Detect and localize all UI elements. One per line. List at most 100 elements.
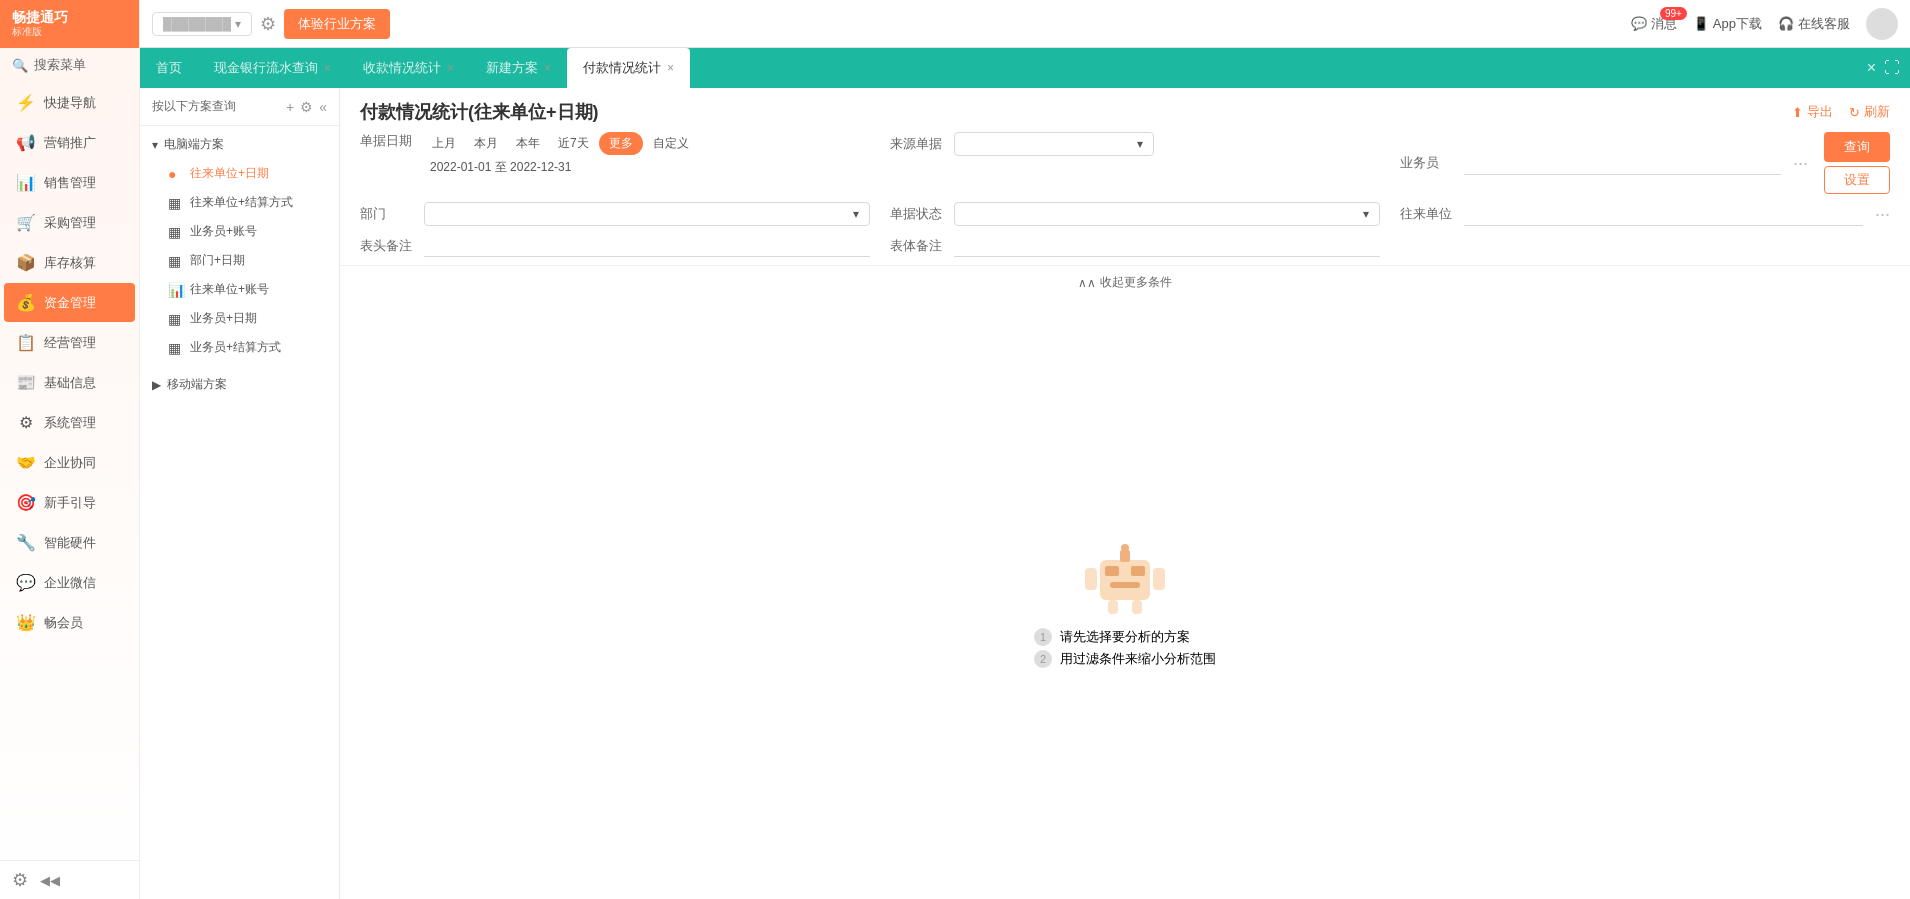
source-filter-cell: 来源单据 ▾ xyxy=(870,132,1380,156)
tab-payment[interactable]: 付款情况统计 × xyxy=(567,48,690,88)
scheme-item-salesman-date[interactable]: ▦ 业务员+日期 xyxy=(140,304,339,333)
partner-input[interactable] xyxy=(1464,203,1863,226)
date-more[interactable]: 更多 xyxy=(599,132,643,155)
note-header-input[interactable] xyxy=(424,234,870,257)
sidebar-item-system[interactable]: ⚙ 系统管理 xyxy=(4,403,135,442)
app-download-action[interactable]: 📱 App下载 xyxy=(1693,15,1762,33)
tab-new[interactable]: 新建方案 × xyxy=(470,48,567,88)
company-placeholder: ████████ xyxy=(163,17,231,31)
sidebar-item-member[interactable]: 👑 畅会员 xyxy=(4,603,135,642)
tab-payment-close[interactable]: × xyxy=(667,61,674,75)
empty-state: 1 请先选择要分析的方案 2 用过滤条件来缩小分析范围 xyxy=(340,299,1910,899)
marketing-icon: 📢 xyxy=(16,133,36,152)
close-all-tabs-icon[interactable]: × xyxy=(1867,59,1876,77)
topbar-gear-icon[interactable]: ⚙ xyxy=(260,13,276,35)
scheme-item-salesman-account[interactable]: ▦ 业务员+账号 xyxy=(140,217,339,246)
date-this-month[interactable]: 本月 xyxy=(466,132,506,155)
guide-icon: 🎯 xyxy=(16,493,36,512)
left-panel-title: 按以下方案查询 xyxy=(152,98,236,115)
messages-action[interactable]: 💬 消息 99+ xyxy=(1631,15,1677,33)
left-panel-actions: + ⚙ « xyxy=(286,99,327,115)
tab-home[interactable]: 首页 xyxy=(140,48,198,88)
tab-cash[interactable]: 现金银行流水查询 × xyxy=(198,48,347,88)
scheme-item-unit-account[interactable]: 📊 往来单位+账号 xyxy=(140,275,339,304)
desktop-chevron-icon: ▾ xyxy=(152,138,158,152)
scheme-table-icon: ▦ xyxy=(168,195,184,211)
date-label: 单据日期 xyxy=(360,132,416,150)
empty-illustration xyxy=(1075,530,1175,620)
search-menu[interactable]: 🔍 搜索菜单 xyxy=(0,48,139,82)
svg-rect-8 xyxy=(1108,600,1118,614)
scheme-item-dept-date[interactable]: ▦ 部门+日期 xyxy=(140,246,339,275)
sidebar-item-weixin[interactable]: 💬 企业微信 xyxy=(4,563,135,602)
scheme-item-unit-date[interactable]: ● 往来单位+日期 xyxy=(140,159,339,188)
sidebar-item-marketing[interactable]: 📢 营销推广 xyxy=(4,123,135,162)
sidebar-item-sales[interactable]: 📊 销售管理 xyxy=(4,163,135,202)
trial-button[interactable]: 体验行业方案 xyxy=(284,9,390,39)
note-body-input[interactable] xyxy=(954,234,1380,257)
sidebar-item-capital[interactable]: 💰 资金管理 xyxy=(4,283,135,322)
source-select[interactable]: ▾ xyxy=(954,132,1154,156)
tab-new-close[interactable]: × xyxy=(544,61,551,75)
salesman-input[interactable] xyxy=(1464,152,1781,175)
desktop-group-title[interactable]: ▾ 电脑端方案 xyxy=(140,130,339,159)
partner-label: 往来单位 xyxy=(1400,205,1456,223)
scheme-active-icon: ● xyxy=(168,166,184,182)
add-scheme-icon[interactable]: + xyxy=(286,99,294,115)
sidebar-item-inventory[interactable]: 📦 库存核算 xyxy=(4,243,135,282)
tab-collection-close[interactable]: × xyxy=(447,61,454,75)
scheme-item-salesman-settle[interactable]: ▦ 业务员+结算方式 xyxy=(140,333,339,362)
bill-status-label: 单据状态 xyxy=(890,205,946,223)
user-avatar[interactable] xyxy=(1866,8,1898,40)
tab-cash-close[interactable]: × xyxy=(324,61,331,75)
sidebar-bottom: ⚙ ◀◀ xyxy=(0,860,139,899)
collapse-panel-icon[interactable]: « xyxy=(319,99,327,115)
left-panel-header: 按以下方案查询 + ⚙ « xyxy=(140,88,339,126)
date-last-month[interactable]: 上月 xyxy=(424,132,464,155)
sidebar-item-hardware[interactable]: 🔧 智能硬件 xyxy=(4,523,135,562)
query-button[interactable]: 查询 xyxy=(1824,132,1890,162)
scheme-settings-icon[interactable]: ⚙ xyxy=(300,99,313,115)
collapse-sidebar-icon[interactable]: ◀◀ xyxy=(40,873,60,888)
service-action[interactable]: 🎧 在线客服 xyxy=(1778,15,1850,33)
settings-button[interactable]: 设置 xyxy=(1824,166,1890,194)
salesman-dots[interactable]: ··· xyxy=(1793,153,1808,174)
date-filter-cell: 单据日期 上月 本月 本年 近7天 更多 自定义 2022-01-01 至 20… xyxy=(360,132,870,176)
basic-icon: 📰 xyxy=(16,373,36,392)
topbar-actions: 💬 消息 99+ 📱 App下载 🎧 在线客服 xyxy=(1631,8,1898,40)
sidebar-item-guide[interactable]: 🎯 新手引导 xyxy=(4,483,135,522)
hardware-icon: 🔧 xyxy=(16,533,36,552)
dept-select[interactable]: ▾ xyxy=(424,202,870,226)
weixin-icon: 💬 xyxy=(16,573,36,592)
sidebar-item-purchase[interactable]: 🛒 采购管理 xyxy=(4,203,135,242)
settings-bottom-icon[interactable]: ⚙ xyxy=(12,869,28,891)
filter-area: 付款情况统计(往来单位+日期) ⬆ 导出 ↻ 刷新 xyxy=(340,88,1910,299)
phone-icon: 📱 xyxy=(1693,16,1709,31)
fullscreen-icon[interactable]: ⛶ xyxy=(1884,59,1900,77)
bill-status-select[interactable]: ▾ xyxy=(954,202,1380,226)
date-this-year[interactable]: 本年 xyxy=(508,132,548,155)
tab-collection[interactable]: 收款情况统计 × xyxy=(347,48,470,88)
mobile-group-title[interactable]: ▶ 移动端方案 xyxy=(140,370,339,399)
date-7days[interactable]: 近7天 xyxy=(550,132,597,155)
scheme-item-unit-settle[interactable]: ▦ 往来单位+结算方式 xyxy=(140,188,339,217)
sidebar-item-basic[interactable]: 📰 基础信息 xyxy=(4,363,135,402)
salesman-label: 业务员 xyxy=(1400,154,1456,172)
svg-rect-9 xyxy=(1132,600,1142,614)
company-dropdown-icon: ▾ xyxy=(235,17,241,31)
collapse-bar[interactable]: ∧∧ 收起更多条件 xyxy=(340,265,1910,299)
refresh-button[interactable]: ↻ 刷新 xyxy=(1849,103,1890,121)
date-custom[interactable]: 自定义 xyxy=(645,132,697,155)
export-button[interactable]: ⬆ 导出 xyxy=(1792,103,1833,121)
collapse-up-icon: ∧∧ xyxy=(1078,276,1096,290)
sidebar-item-operation[interactable]: 📋 经营管理 xyxy=(4,323,135,362)
export-icon: ⬆ xyxy=(1792,105,1803,120)
source-label: 来源单据 xyxy=(890,135,946,153)
company-select[interactable]: ████████ ▾ xyxy=(152,12,252,36)
operation-icon: 📋 xyxy=(16,333,36,352)
partner-dots[interactable]: ··· xyxy=(1875,204,1890,225)
sidebar-item-enterprise[interactable]: 🤝 企业协同 xyxy=(4,443,135,482)
mobile-scheme-group: ▶ 移动端方案 xyxy=(140,366,339,403)
sidebar-item-quick[interactable]: ⚡ 快捷导航 xyxy=(4,83,135,122)
note-header-label: 表头备注 xyxy=(360,237,416,255)
